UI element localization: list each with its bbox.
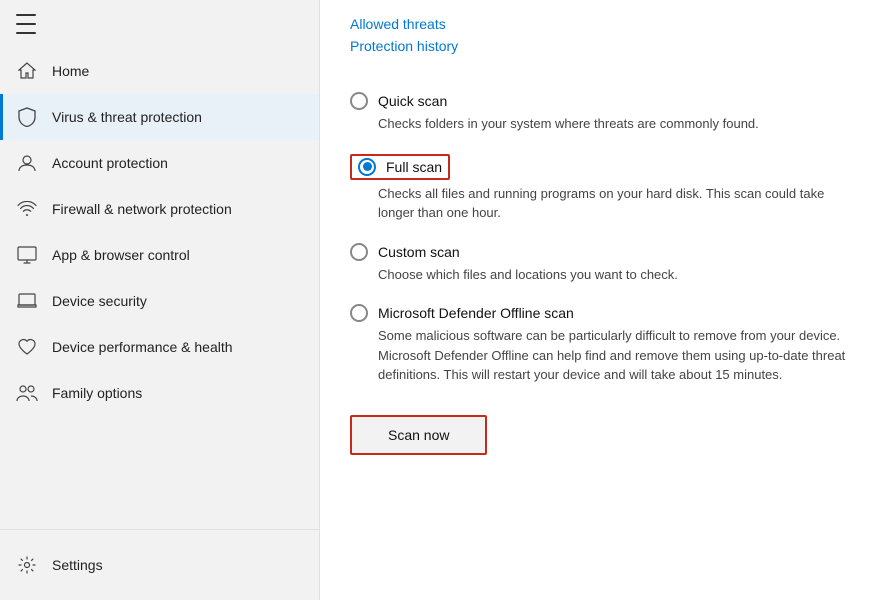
sidebar-item-home-label: Home [52,63,89,79]
sidebar-item-firewall[interactable]: Firewall & network protection [0,186,319,232]
sidebar-item-devicehealth[interactable]: Device performance & health [0,324,319,370]
sidebar-item-appbrowser[interactable]: App & browser control [0,232,319,278]
sidebar-item-virus-label: Virus & threat protection [52,109,202,125]
full-scan-radio[interactable] [358,158,376,176]
quick-scan-option: Quick scan Checks folders in your system… [350,78,846,140]
protection-history-link[interactable]: Protection history [350,38,846,54]
custom-scan-label: Custom scan [378,244,460,260]
hamburger-icon[interactable] [16,14,36,34]
main-content: Allowed threats Protection history Quick… [320,0,876,600]
sidebar-item-devicehealth-label: Device performance & health [52,339,233,355]
quick-scan-label: Quick scan [378,93,447,109]
sidebar-item-appbrowser-label: App & browser control [52,247,190,263]
scan-options: Quick scan Checks folders in your system… [350,78,846,391]
full-scan-desc: Checks all files and running programs on… [378,184,846,223]
sidebar-item-devicesecurity-label: Device security [52,293,147,309]
wifi-icon [16,198,38,220]
custom-scan-header[interactable]: Custom scan [350,243,846,261]
sidebar-item-devicesecurity[interactable]: Device security [0,278,319,324]
gear-icon [16,554,38,576]
quick-scan-desc: Checks folders in your system where thre… [378,114,846,134]
nav-items: Home Virus & threat protection Account p… [0,48,319,529]
sidebar-item-account[interactable]: Account protection [0,140,319,186]
offline-scan-option: Microsoft Defender Offline scan Some mal… [350,290,846,391]
full-scan-box[interactable]: Full scan [350,154,450,180]
sidebar-item-family-label: Family options [52,385,142,401]
quick-scan-radio[interactable] [350,92,368,110]
sidebar-footer: Settings [0,529,319,600]
custom-scan-radio[interactable] [350,243,368,261]
offline-scan-desc: Some malicious software can be particula… [378,326,846,385]
custom-scan-desc: Choose which files and locations you wan… [378,265,846,285]
monitor-icon [16,244,38,266]
home-icon [16,60,38,82]
offline-scan-header[interactable]: Microsoft Defender Offline scan [350,304,846,322]
quick-scan-header[interactable]: Quick scan [350,92,846,110]
heart-icon [16,336,38,358]
laptop-icon [16,290,38,312]
sidebar-item-firewall-label: Firewall & network protection [52,201,232,217]
offline-scan-radio[interactable] [350,304,368,322]
offline-scan-label: Microsoft Defender Offline scan [378,305,574,321]
settings-item[interactable]: Settings [16,542,303,588]
links-section: Allowed threats Protection history [350,16,846,54]
sidebar: Home Virus & threat protection Account p… [0,0,320,600]
sidebar-item-account-label: Account protection [52,155,168,171]
settings-label: Settings [52,557,103,573]
sidebar-item-virus[interactable]: Virus & threat protection [0,94,319,140]
allowed-threats-link[interactable]: Allowed threats [350,16,846,32]
sidebar-header [0,0,319,48]
sidebar-item-family[interactable]: Family options [0,370,319,416]
full-scan-header[interactable]: Full scan [350,154,846,180]
sidebar-item-home[interactable]: Home [0,48,319,94]
shield-icon [16,106,38,128]
person-icon [16,152,38,174]
full-scan-option: Full scan Checks all files and running p… [350,140,846,229]
scan-now-button[interactable]: Scan now [350,415,487,455]
family-icon [16,382,38,404]
custom-scan-option: Custom scan Choose which files and locat… [350,229,846,291]
full-scan-label: Full scan [386,159,442,175]
